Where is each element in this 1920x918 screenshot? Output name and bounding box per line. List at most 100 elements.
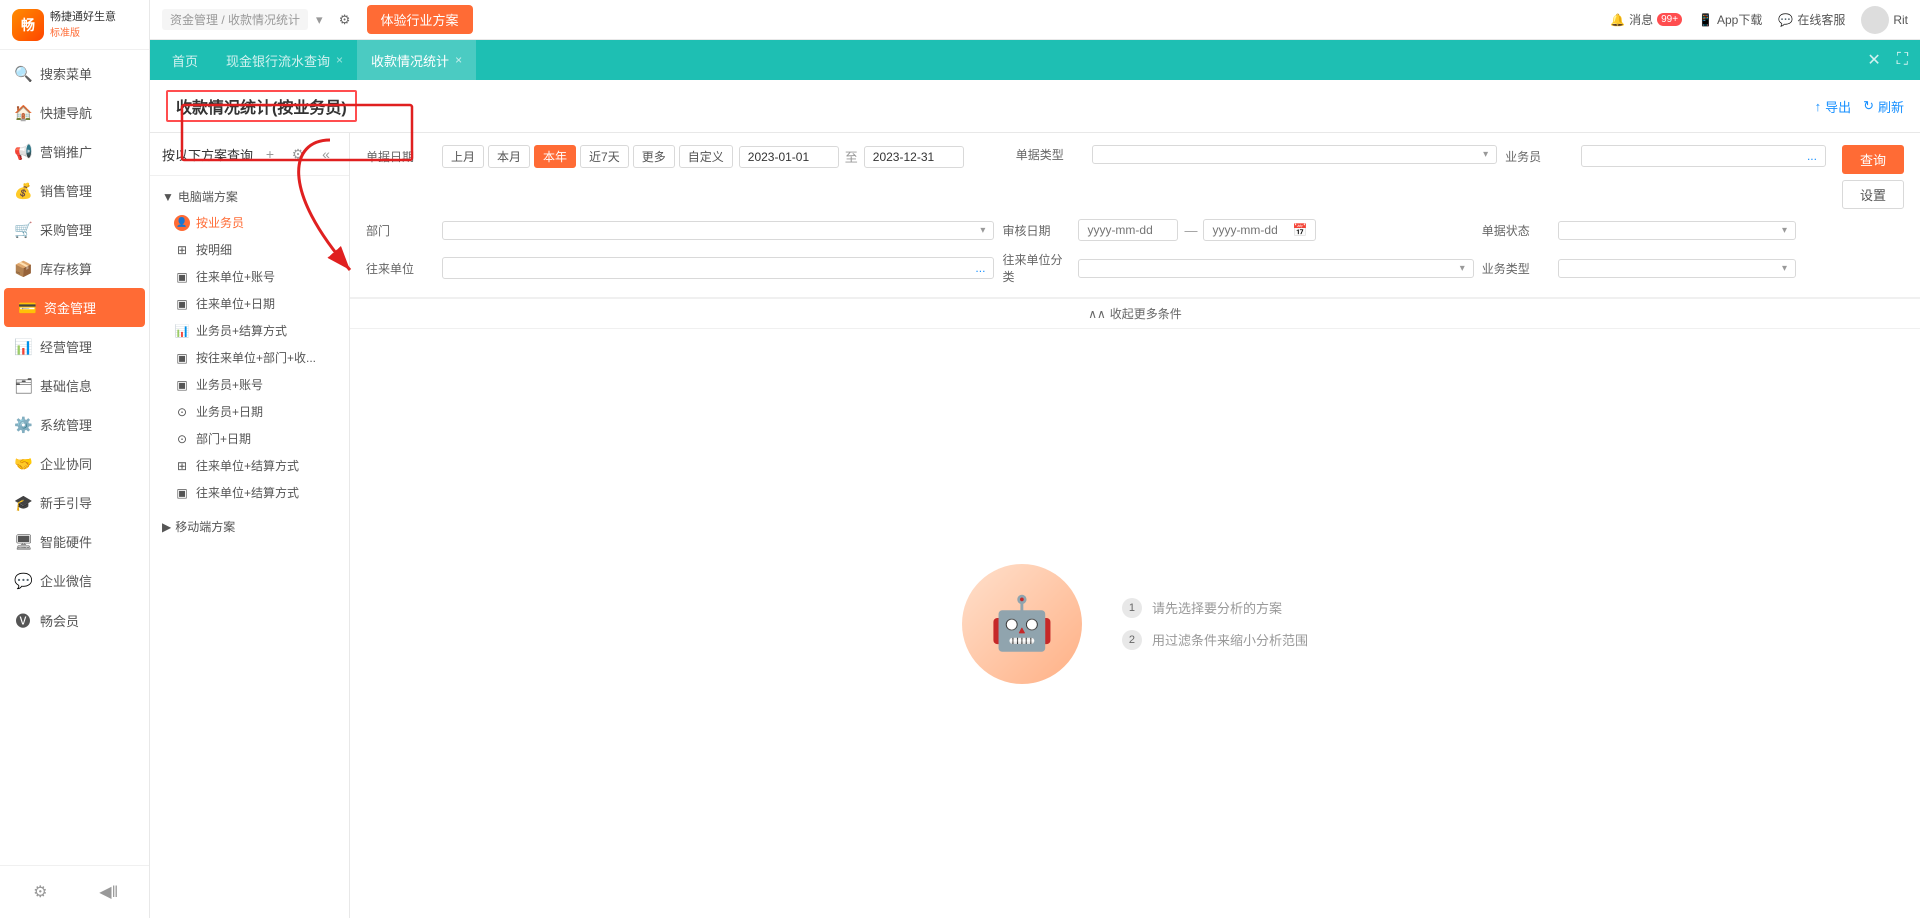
messages-btn[interactable]: 🔔 消息 99+	[1610, 11, 1682, 28]
service-icon: 💬	[1778, 13, 1793, 27]
scheme-item-partner-date[interactable]: ▣ 往来单位+日期	[150, 290, 349, 317]
sidebar-item-system[interactable]: ⚙️系统管理	[0, 405, 149, 444]
nav-label-purchase: 采购管理	[40, 220, 92, 239]
date-btn-7days[interactable]: 近7天	[580, 145, 629, 168]
scheme-icon-partner-settle2: ▣	[174, 485, 190, 501]
partner-category-select[interactable]: ▾	[1078, 259, 1473, 278]
query-btn[interactable]: 查询	[1842, 145, 1904, 174]
partner-category-label: 往来单位分类	[1002, 251, 1072, 285]
sidebar-item-purchase[interactable]: 🛒采购管理	[0, 210, 149, 249]
scheme-item-partner-settle[interactable]: ⊞ 往来单位+结算方式	[150, 452, 349, 479]
date-btn-more[interactable]: 更多	[633, 145, 675, 168]
scheme-item-partner-settle2[interactable]: ▣ 往来单位+结算方式	[150, 479, 349, 506]
sidebar-item-search[interactable]: 🔍搜索菜单	[0, 54, 149, 93]
scheme-add-btn[interactable]: +	[259, 143, 281, 165]
business-type-arrow: ▾	[1782, 263, 1787, 274]
scheme-group-mobile: ▶ 移动端方案	[150, 510, 349, 543]
scheme-panel: 按以下方案查询 + ⚙ « ▼ 电脑端方案 👤 按业务员	[150, 133, 350, 918]
scheme-settings-btn[interactable]: ⚙	[287, 143, 309, 165]
sidebar-item-member[interactable]: 🅥畅会员	[0, 600, 149, 641]
page-title: 收款情况统计(按业务员)	[166, 90, 357, 122]
sidebar-item-inventory[interactable]: 📦库存核算	[0, 249, 149, 288]
content-body: 按以下方案查询 + ⚙ « ▼ 电脑端方案 👤 按业务员	[150, 133, 1920, 918]
dept-select[interactable]: ▾	[442, 221, 994, 240]
header-right: 🔔 消息 99+ 📱 App下载 💬 在线客服 Rit	[1610, 6, 1908, 34]
sidebar-item-enterprise[interactable]: 🤝 企业协同	[0, 444, 149, 483]
empty-illustration: 🤖	[962, 564, 1082, 684]
tab-close-all-btn[interactable]: ✕	[1863, 46, 1884, 74]
partner-label: 往来单位	[366, 260, 436, 277]
scheme-item-salesperson-date[interactable]: ⊙ 业务员+日期	[150, 398, 349, 425]
nav-label-marketing: 营销推广	[40, 142, 92, 161]
tab-label-home: 首页	[172, 51, 198, 70]
sidebar-item-wechat[interactable]: 💬企业微信	[0, 561, 149, 600]
doc-status-select[interactable]: ▾	[1558, 221, 1796, 240]
scheme-item-dept-date[interactable]: ⊙ 部门+日期	[150, 425, 349, 452]
online-service-btn[interactable]: 💬 在线客服	[1778, 11, 1845, 28]
sidebar-item-sales[interactable]: 💰销售管理	[0, 171, 149, 210]
scheme-item-partner-account[interactable]: ▣ 往来单位+账号	[150, 263, 349, 290]
date-btn-last-month[interactable]: 上月	[442, 145, 484, 168]
logo-area: 畅 畅捷通好生意 标准版	[0, 0, 149, 50]
sidebar-item-operation[interactable]: 📊经营管理	[0, 327, 149, 366]
scheme-group-header-desktop[interactable]: ▼ 电脑端方案	[150, 184, 349, 209]
sidebar-settings-btn[interactable]: ⚙	[10, 876, 71, 908]
scheme-collapse-btn[interactable]: «	[315, 143, 337, 165]
sidebar-item-guide[interactable]: 🎓新手引导	[0, 483, 149, 522]
sidebar-item-hardware[interactable]: 🖥智能硬件	[0, 522, 149, 561]
business-type-select[interactable]: ▾	[1558, 259, 1796, 278]
export-btn[interactable]: ↑ 导出	[1815, 97, 1852, 116]
scheme-item-by-salesperson[interactable]: 👤 按业务员	[150, 209, 349, 236]
scheme-item-by-detail[interactable]: ⊞ 按明细	[150, 236, 349, 263]
sidebar-collapse-btn[interactable]: ◀‖	[79, 876, 140, 908]
tab-home[interactable]: 首页	[158, 40, 212, 80]
sidebar-item-basic[interactable]: 🗂基础信息	[0, 366, 149, 405]
scheme-item-salesperson-settle[interactable]: 📊 业务员+结算方式	[150, 317, 349, 344]
empty-state: 🤖 1 请先选择要分析的方案 2 用过滤条件来缩小分析范围	[350, 329, 1920, 918]
export-icon: ↑	[1815, 99, 1822, 114]
scheme-item-salesperson-account[interactable]: ▣ 业务员+账号	[150, 371, 349, 398]
sidebar-item-marketing[interactable]: 📢营销推广	[0, 132, 149, 171]
tab-maximize-btn[interactable]: ⛶	[1893, 47, 1912, 73]
main-content: 收款情况统计(按业务员) ↑ 导出 ↻ 刷新 按以下方案查询 + ⚙ «	[150, 80, 1920, 918]
tab-close-bank-flow[interactable]: ×	[336, 53, 343, 67]
refresh-btn[interactable]: ↻ 刷新	[1863, 97, 1904, 116]
tab-bank-flow[interactable]: 现金银行流水查询×	[212, 40, 357, 80]
header-gear-btn[interactable]: ⚙	[331, 6, 359, 34]
salesperson-more[interactable]: ...	[1807, 149, 1817, 163]
audit-date-to[interactable]	[1212, 223, 1292, 237]
nav-label-enterprise: 企业协同	[40, 454, 92, 473]
nav-icon-enterprise: 🤝	[14, 455, 32, 473]
partner-select[interactable]: ...	[442, 257, 994, 279]
date-btn-this-year[interactable]: 本年	[534, 145, 576, 168]
date-btn-custom[interactable]: 自定义	[679, 145, 733, 168]
date-range-buttons: 上月 本月 本年 近7天 更多 自定义	[442, 145, 733, 168]
audit-date-from[interactable]	[1078, 219, 1178, 241]
tab-close-collection-stat[interactable]: ×	[455, 53, 462, 67]
date-btn-this-month[interactable]: 本月	[488, 145, 530, 168]
bell-icon: 🔔	[1610, 13, 1625, 27]
nav-icon-hardware: 🖥	[14, 533, 32, 551]
partner-more[interactable]: ...	[975, 261, 985, 275]
nav-icon-system: ⚙️	[14, 416, 32, 434]
tab-collection-stat[interactable]: 收款情况统计×	[357, 40, 476, 80]
tip-number-1: 1	[1122, 598, 1142, 618]
scheme-icon-partner-dept: ▣	[174, 350, 190, 366]
nav-icon-finance: 💳	[18, 299, 36, 317]
scheme-item-partner-dept[interactable]: ▣ 按往来单位+部门+收...	[150, 344, 349, 371]
scheme-icon-partner-date: ▣	[174, 296, 190, 312]
sidebar-item-quick-nav[interactable]: 🏠快捷导航	[0, 93, 149, 132]
app-download-btn[interactable]: 📱 App下载	[1698, 11, 1762, 28]
sidebar-item-finance[interactable]: 💳资金管理	[4, 288, 145, 327]
user-name: Rit	[1893, 13, 1908, 27]
doc-type-select[interactable]: ▾	[1092, 145, 1497, 164]
date-from-input[interactable]	[739, 146, 839, 168]
salesperson-select[interactable]: ...	[1581, 145, 1826, 167]
trial-button[interactable]: 体验行业方案	[367, 5, 473, 34]
user-profile[interactable]: Rit	[1861, 6, 1908, 34]
scheme-group-header-mobile[interactable]: ▶ 移动端方案	[150, 514, 349, 539]
breadcrumb-dropdown[interactable]: ▾	[316, 12, 323, 28]
settings-btn[interactable]: 设置	[1842, 180, 1904, 209]
date-to-input[interactable]	[864, 146, 964, 168]
collapse-bar[interactable]: ∧∧ 收起更多条件	[350, 298, 1920, 329]
